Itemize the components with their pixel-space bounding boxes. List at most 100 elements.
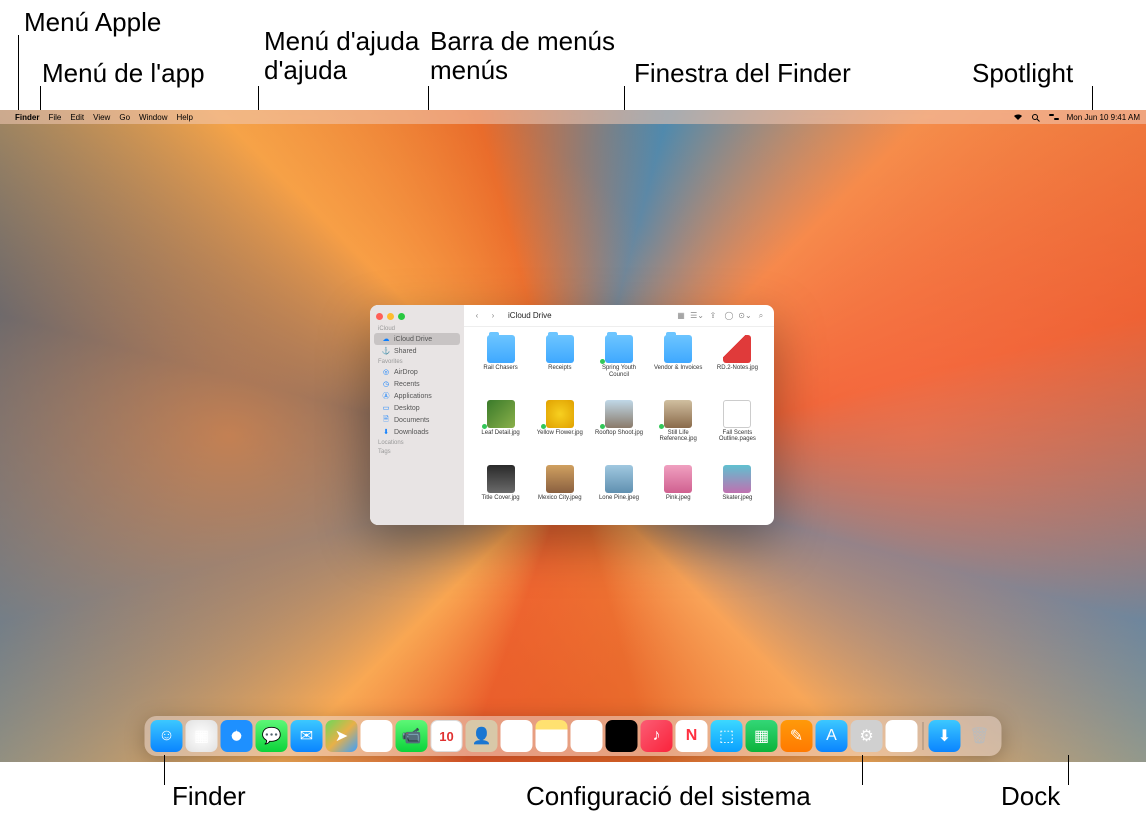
sidebar-item-applications[interactable]: ⒶApplications — [374, 390, 460, 402]
dock-item-system-settings[interactable]: ⚙ — [851, 720, 883, 752]
file-item[interactable]: Rooftop Shoot.jpg — [592, 400, 645, 459]
action-button[interactable]: ⊙⌄ — [740, 311, 750, 321]
sidebar-item-airdrop[interactable]: ◎ AirDrop — [374, 366, 460, 378]
dock-item-calendar[interactable]: 10 — [431, 720, 463, 752]
dock-item-mail[interactable]: ✉ — [291, 720, 323, 752]
menu-file[interactable]: File — [48, 113, 61, 122]
dock-item-messages[interactable]: 💬 — [256, 720, 288, 752]
callout-help-menu-line2: d'ajuda — [264, 55, 347, 86]
dock-item-launchpad[interactable]: ▦ — [186, 720, 218, 752]
callout-app-menu: Menú de l'app — [42, 58, 205, 89]
dock-container: ☺▦✦💬✉➤❀📹10👤☰✎〰♪N⬚▦✎A⚙▮⬇🗑 — [145, 716, 1002, 756]
dock-item-freeform[interactable]: 〰 — [571, 720, 603, 752]
sidebar-item-label: iCloud Drive — [394, 336, 432, 343]
spotlight-icon[interactable] — [1031, 112, 1041, 122]
callout-menubar-line2: menús — [430, 55, 508, 86]
sidebar-section-icloud: iCloud — [370, 324, 464, 333]
menu-edit[interactable]: Edit — [70, 113, 84, 122]
sidebar-item-downloads[interactable]: ⬇ Downloads — [374, 426, 460, 438]
file-label: Skater.jpeg — [722, 495, 752, 502]
tag-button[interactable]: ◯ — [724, 311, 734, 321]
file-label: Spring Youth Council — [594, 365, 644, 378]
file-label: Mexico City.jpeg — [538, 495, 582, 502]
sidebar-section-locations: Locations — [370, 438, 464, 447]
dock-item-appstore[interactable]: A — [816, 720, 848, 752]
menu-view[interactable]: View — [93, 113, 110, 122]
dock-item-reminders[interactable]: ☰ — [501, 720, 533, 752]
dock-item-contacts[interactable]: 👤 — [466, 720, 498, 752]
wifi-icon[interactable] — [1013, 112, 1023, 122]
file-item[interactable]: Spring Youth Council — [592, 335, 645, 394]
sidebar-item-documents[interactable]: 🗎Documents — [374, 414, 460, 426]
dock-item-maps[interactable]: ➤ — [326, 720, 358, 752]
forward-button[interactable]: › — [488, 311, 498, 321]
downloads-icon: ⬇ — [382, 428, 390, 436]
file-item[interactable]: Leaf Detail.jpg — [474, 400, 527, 459]
minimize-button[interactable] — [387, 313, 394, 320]
back-button[interactable]: ‹ — [472, 311, 482, 321]
menubar-datetime[interactable]: Mon Jun 10 9:41 AM — [1067, 113, 1140, 122]
sidebar-item-shared[interactable]: ⚓Shared — [374, 345, 460, 357]
view-icons-button[interactable]: ▦ — [676, 311, 686, 321]
close-button[interactable] — [376, 313, 383, 320]
sidebar-item-label: AirDrop — [394, 369, 418, 376]
file-label: Rail Chasers — [483, 365, 517, 372]
dock-item-trash[interactable]: 🗑 — [964, 720, 996, 752]
file-item[interactable]: Vendor & Invoices — [652, 335, 705, 394]
finder-content: Rail Chasers Receipts Spring Youth Council… — [464, 327, 774, 525]
dock-item-safari[interactable]: ✦ — [221, 720, 253, 752]
finder-title: iCloud Drive — [508, 311, 552, 320]
dock-item-photos[interactable]: ❀ — [361, 720, 393, 752]
dock-item-finder[interactable]: ☺ — [151, 720, 183, 752]
dock-item-tv[interactable] — [606, 720, 638, 752]
search-button[interactable]: ⌕ — [756, 311, 766, 321]
control-center-icon[interactable] — [1049, 112, 1059, 122]
file-item[interactable]: Lone Pine.jpeg — [592, 465, 645, 517]
clock-icon: ◷ — [382, 380, 390, 388]
file-label: RD.2-Notes.jpg — [717, 365, 758, 372]
dock-item-downloads[interactable]: ⬇ — [929, 720, 961, 752]
file-item[interactable]: Rail Chasers — [474, 335, 527, 394]
zoom-button[interactable] — [398, 313, 405, 320]
view-options-button[interactable]: ☰⌄ — [692, 311, 702, 321]
desktop-icon: ▭ — [382, 404, 390, 412]
callout-line — [1068, 755, 1069, 785]
file-item[interactable]: Title Cover.jpg — [474, 465, 527, 517]
file-label: Receipts — [548, 365, 571, 372]
file-item[interactable]: Fall Scents Outline.pages — [711, 400, 764, 459]
file-item[interactable]: Yellow Flower.jpg — [533, 400, 586, 459]
file-item[interactable]: Receipts — [533, 335, 586, 394]
sidebar-item-recents[interactable]: ◷Recents — [374, 378, 460, 390]
callout-help-menu: Menú d'ajuda — [264, 26, 419, 57]
file-item[interactable]: Skater.jpeg — [711, 465, 764, 517]
sidebar-item-icloud-drive[interactable]: ☁iCloud Drive — [374, 333, 460, 345]
file-item[interactable]: Mexico City.jpeg — [533, 465, 586, 517]
menubar: Finder File Edit View Go Window Help Mon… — [0, 110, 1146, 124]
docs-icon: 🗎 — [382, 416, 390, 424]
dock-item-notes[interactable]: ✎ — [536, 720, 568, 752]
dock-item-numbers[interactable]: ▦ — [746, 720, 778, 752]
sidebar-item-label: Downloads — [394, 429, 429, 436]
dock-item-music[interactable]: ♪ — [641, 720, 673, 752]
menu-window[interactable]: Window — [139, 113, 167, 122]
airdrop-icon: ◎ — [382, 368, 390, 376]
file-item[interactable]: Still Life Reference.jpg — [652, 400, 705, 459]
app-menu-finder[interactable]: Finder — [15, 113, 39, 122]
dock-item-news[interactable]: N — [676, 720, 708, 752]
dock-item-stocks[interactable]: ⬚ — [711, 720, 743, 752]
share-button[interactable]: ⇪ — [708, 311, 718, 321]
callout-system-settings: Configuració del sistema — [526, 781, 811, 812]
file-label: Fall Scents Outline.pages — [712, 430, 762, 443]
sidebar-section-tags: Tags — [370, 447, 464, 456]
apps-icon: Ⓐ — [382, 392, 390, 400]
menu-help[interactable]: Help — [176, 113, 192, 122]
callout-dock: Dock — [1001, 781, 1060, 812]
sidebar-item-desktop[interactable]: ▭Desktop — [374, 402, 460, 414]
dock-item-pages[interactable]: ✎ — [781, 720, 813, 752]
dock-item-facetime[interactable]: 📹 — [396, 720, 428, 752]
file-item[interactable]: Pink.jpeg — [652, 465, 705, 517]
callout-finder-window: Finestra del Finder — [634, 58, 851, 89]
dock-item-iphone-mirror[interactable]: ▮ — [886, 720, 918, 752]
menu-go[interactable]: Go — [119, 113, 130, 122]
file-item[interactable]: RD.2-Notes.jpg — [711, 335, 764, 394]
